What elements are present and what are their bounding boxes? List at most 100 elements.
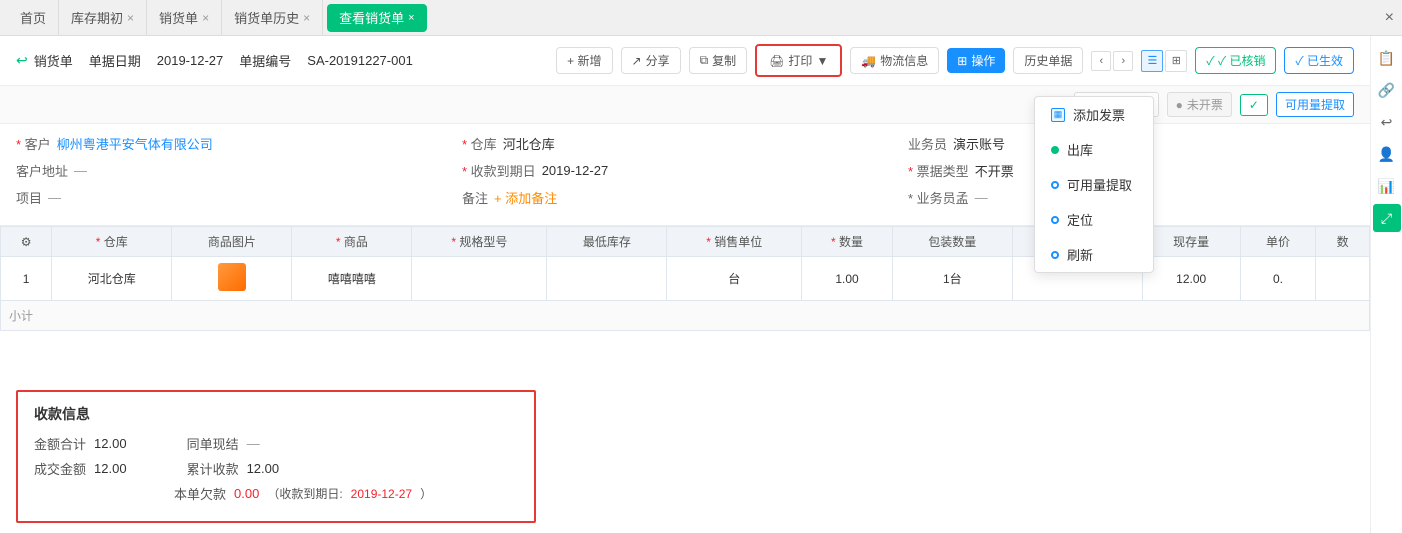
row-index: 1: [1, 257, 52, 301]
not-open-btn[interactable]: ● 未开票: [1167, 92, 1232, 117]
tab-sales-close[interactable]: ×: [202, 11, 209, 25]
table-row: 1 河北仓库 嘻嘻嘻嘻 台 1.00 1台 12.00 0.: [1, 257, 1370, 301]
logistics-icon: 🚚: [861, 54, 876, 68]
tab-history-close[interactable]: ×: [303, 11, 310, 25]
sales-person-label: 业务员: [908, 134, 947, 153]
col-extra: 数: [1316, 227, 1370, 257]
col-spec: 规格型号: [412, 227, 547, 257]
col-sales-unit: 销售单位: [667, 227, 802, 257]
form-area: 客户 柳州粤港平安气体有限公司 仓库 河北仓库 业务员 演示账号 客户地址 —: [0, 124, 1370, 226]
col-warehouse: 仓库: [52, 227, 172, 257]
list-view-btn[interactable]: ☰: [1141, 50, 1163, 72]
tab-sales-order[interactable]: 销货单 ×: [147, 0, 222, 36]
note-field: 备注 + 添加备注: [462, 188, 908, 207]
add-label: + 新增: [567, 52, 601, 69]
doc-type-label: 销货单: [34, 51, 73, 70]
prev-arrow[interactable]: ‹: [1091, 51, 1111, 71]
payment-section: 收款信息 金额合计 12.00 同单现结 — 成交金额 12.00: [16, 390, 1320, 523]
sidebar-user-icon[interactable]: 👤: [1373, 140, 1401, 168]
doc-title-area: ↩ 销货单: [16, 51, 73, 70]
copy-button[interactable]: ⧉ 复制: [689, 47, 748, 74]
outstanding-end: ）: [420, 485, 432, 502]
project-field: 项目 —: [16, 188, 462, 207]
dropdown-outbound[interactable]: 出库: [1035, 132, 1153, 167]
history-label: 历史单据: [1024, 52, 1072, 69]
address-value: —: [74, 163, 87, 178]
customer-value[interactable]: 柳州粤港平安气体有限公司: [57, 134, 213, 153]
total-amount-value: 12.00: [94, 436, 127, 451]
tab-view-label: 查看销货单: [339, 8, 404, 27]
share-label: 分享: [646, 52, 670, 69]
logistics-button[interactable]: 🚚 物流信息: [850, 47, 939, 74]
check-btn[interactable]: ✓: [1240, 94, 1268, 116]
view-toggle: ☰ ⊞: [1141, 50, 1187, 72]
history-button[interactable]: 历史单据: [1013, 47, 1083, 74]
tab-inventory-close[interactable]: ×: [127, 11, 134, 25]
available-circle-icon: [1051, 181, 1059, 189]
add-button[interactable]: + 新增: [556, 47, 612, 74]
col-settings[interactable]: ⚙: [1, 227, 52, 257]
row-pack-qty: 1台: [892, 257, 1012, 301]
col-current-stock: 现存量: [1142, 227, 1240, 257]
settlement-label: 同单现结: [187, 434, 239, 453]
number-label: 单据编号: [239, 51, 291, 70]
col-min-stock: 最低库存: [547, 227, 667, 257]
row-warehouse: 河北仓库: [52, 257, 172, 301]
sidebar-return-icon[interactable]: ↩: [1373, 108, 1401, 136]
settlement-value: —: [247, 436, 260, 451]
share-button[interactable]: ↗ 分享: [621, 47, 681, 74]
sidebar-doc-icon[interactable]: 📋: [1373, 44, 1401, 72]
tab-inventory-label: 库存期初: [71, 8, 123, 27]
dropdown-available-qty[interactable]: 可用量提取: [1035, 167, 1153, 202]
sidebar-expand-icon[interactable]: ⤢: [1373, 204, 1401, 232]
table-header-row: ⚙ 仓库 商品图片 商品 规格型号 最低库存 销售单位 数量 包装数量 可用量 …: [1, 227, 1370, 257]
row-current-stock: 12.00: [1142, 257, 1240, 301]
note-label: 备注: [462, 188, 488, 207]
sold-status-btn[interactable]: ✓ ✓ 已核销: [1195, 47, 1276, 74]
next-arrow[interactable]: ›: [1113, 51, 1133, 71]
locate-label: 定位: [1067, 210, 1093, 229]
grid-view-btn[interactable]: ⊞: [1165, 50, 1187, 72]
tab-view-close[interactable]: ×: [408, 12, 414, 24]
row-spec: [412, 257, 547, 301]
locate-circle-icon: [1051, 216, 1059, 224]
row-min-stock: [547, 257, 667, 301]
refresh-label: 刷新: [1067, 245, 1093, 264]
tab-sales-label: 销货单: [159, 8, 198, 27]
tab-view-sales[interactable]: 查看销货单 ×: [327, 4, 426, 32]
share-icon: ↗: [632, 54, 642, 68]
date-label: 单据日期: [89, 51, 141, 70]
available-qty-btn[interactable]: 可用量提取: [1276, 92, 1354, 117]
cumulative-item: 累计收款 12.00: [187, 459, 280, 478]
tab-sales-history[interactable]: 销货单历史 ×: [222, 0, 323, 36]
print-button[interactable]: 🖨 打印 ▼: [759, 48, 838, 73]
tab-history-label: 销货单历史: [234, 8, 299, 27]
print-label: 打印: [788, 52, 812, 69]
row-extra: [1316, 257, 1370, 301]
sidebar-link-icon[interactable]: 🔗: [1373, 76, 1401, 104]
row-sales-unit: 台: [667, 257, 802, 301]
print-icon: 🖨: [769, 54, 784, 68]
product-thumbnail: [218, 263, 246, 291]
customer-field: 客户 柳州粤港平安气体有限公司: [16, 134, 462, 153]
row-product-img: [172, 257, 292, 301]
print-dropdown-arrow[interactable]: ▼: [816, 54, 828, 68]
dropdown-add-invoice[interactable]: ▦ 添加发票: [1035, 97, 1153, 132]
tab-home-label: 首页: [20, 8, 46, 27]
dropdown-locate[interactable]: 定位: [1035, 202, 1153, 237]
project-value: —: [48, 190, 61, 205]
doc-meta: 单据日期 2019-12-27 单据编号 SA-20191227-001: [89, 51, 413, 70]
tab-inventory-start[interactable]: 库存期初 ×: [59, 0, 147, 36]
effective-status-btn[interactable]: ✓ 已生效: [1284, 47, 1354, 74]
outstanding-label: 本单欠款: [174, 484, 226, 503]
payment-row-3: 本单欠款 0.00 （收款到期日: 2019-12-27 ）: [34, 484, 518, 503]
tab-home[interactable]: 首页: [8, 0, 59, 36]
ops-icon: ⊞: [957, 54, 967, 68]
payment-row-2: 成交金额 12.00 累计收款 12.00: [34, 459, 518, 478]
dropdown-refresh[interactable]: 刷新: [1035, 237, 1153, 272]
sidebar-chart-icon[interactable]: 📊: [1373, 172, 1401, 200]
tab-bar-close-button[interactable]: ×: [1385, 9, 1394, 27]
add-note-button[interactable]: + 添加备注: [494, 188, 557, 207]
add-note-label: + 添加备注: [494, 188, 557, 207]
operations-button[interactable]: ⊞ 操作: [947, 48, 1005, 73]
